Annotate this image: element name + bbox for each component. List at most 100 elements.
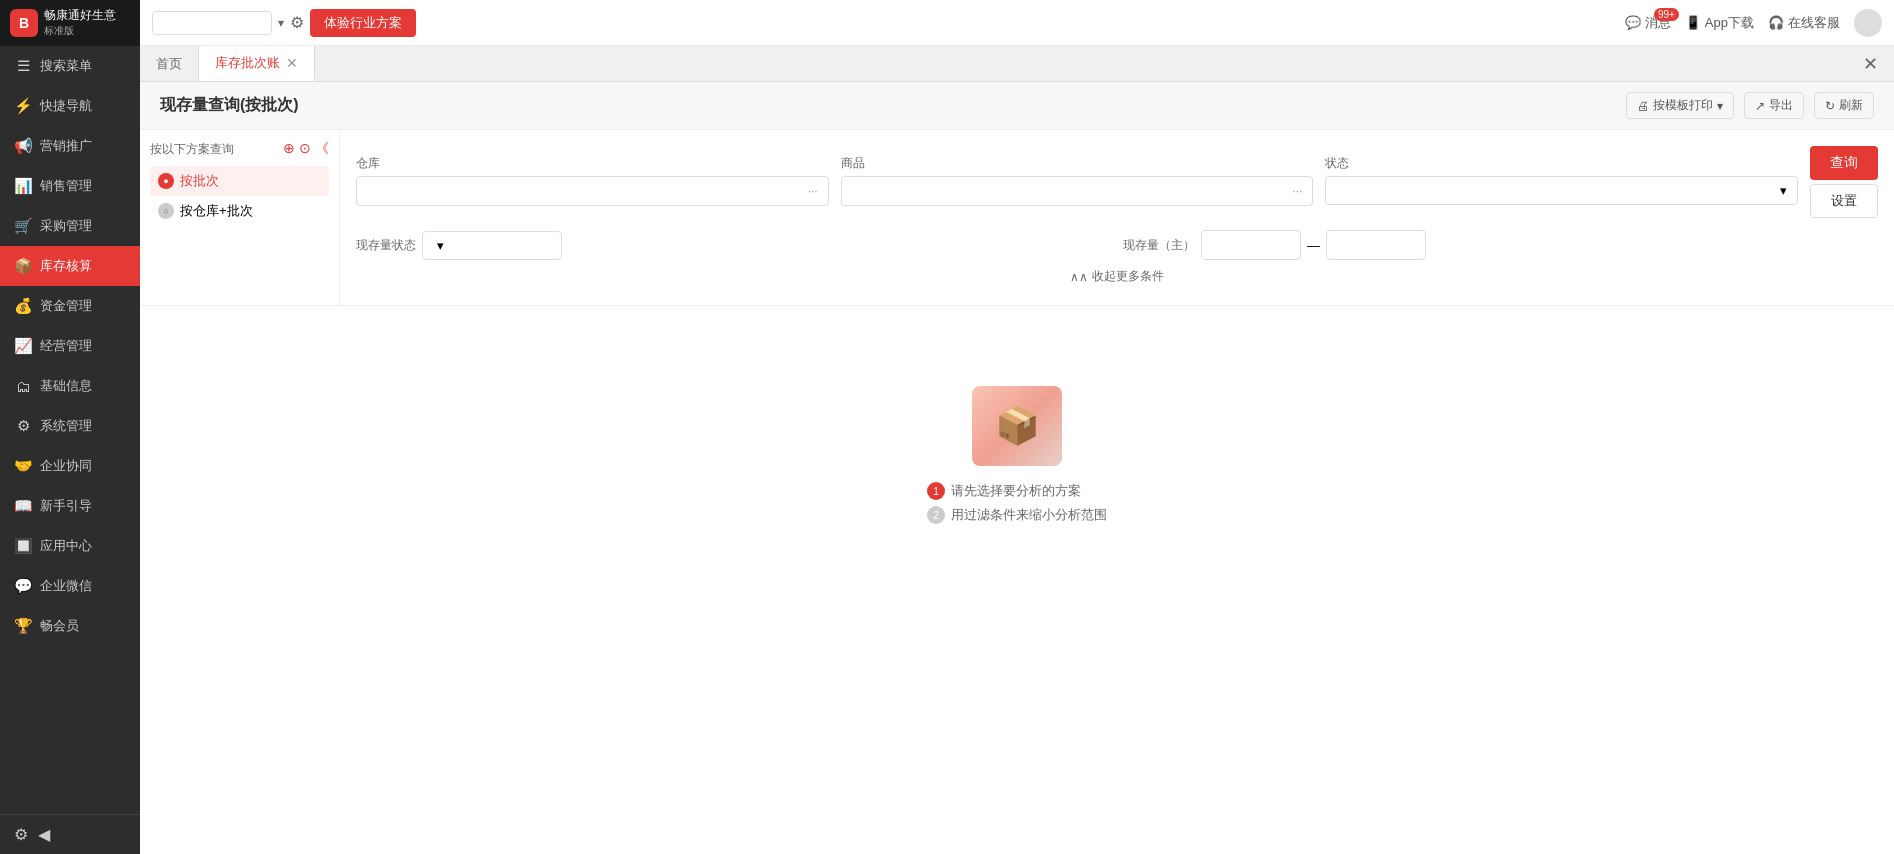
page-content: 现存量查询(按批次) 🖨 按模板打印 ▾ ↗ 导出 ↻ 刷新 bbox=[140, 82, 1894, 854]
empty-hints: 1 请先选择要分析的方案 2 用过滤条件来缩小分析范围 bbox=[927, 482, 1107, 524]
refresh-icon: ↻ bbox=[1825, 99, 1835, 113]
collapse-filter-btn[interactable]: ∧∧ 收起更多条件 bbox=[356, 260, 1878, 293]
sidebar-item-apps[interactable]: 🔲 应用中心 bbox=[0, 526, 140, 566]
status-dropdown-icon: ▾ bbox=[1780, 183, 1787, 198]
page-title: 现存量查询(按批次) bbox=[160, 95, 299, 116]
inv-status-select[interactable]: ▾ bbox=[422, 231, 562, 260]
sidebar-item-newbie[interactable]: 📖 新手引导 bbox=[0, 486, 140, 526]
filter-settings-btn[interactable]: 设置 bbox=[1810, 184, 1878, 218]
sidebar-item-inventory[interactable]: 📦 库存核算 bbox=[0, 246, 140, 286]
product-input[interactable]: ··· bbox=[841, 176, 1314, 206]
app-download-btn[interactable]: 📱 App下载 bbox=[1685, 14, 1754, 32]
inv-qty-to-input[interactable] bbox=[1326, 230, 1426, 260]
product-dots-icon: ··· bbox=[1292, 184, 1302, 198]
sidebar-item-quicknav[interactable]: ⚡ 快捷导航 bbox=[0, 86, 140, 126]
sidebar-item-management[interactable]: 📈 经营管理 bbox=[0, 326, 140, 366]
page-header: 现存量查询(按批次) 🖨 按模板打印 ▾ ↗ 导出 ↻ 刷新 bbox=[140, 82, 1894, 130]
sidebar-header: B 畅康通好生意 标准版 bbox=[0, 0, 140, 46]
collapse-label: 收起更多条件 bbox=[1092, 268, 1164, 285]
empty-box-icon: 📦 bbox=[972, 386, 1062, 466]
print-btn[interactable]: 🖨 按模板打印 ▾ bbox=[1626, 92, 1734, 119]
tab-inventory-label: 库存批次账 bbox=[215, 54, 280, 72]
settings-scheme-btn[interactable]: ⊙ bbox=[299, 140, 311, 158]
management-icon: 📈 bbox=[14, 337, 32, 355]
filter-warehouse-field: 仓库 ··· bbox=[356, 155, 829, 206]
sidebar-item-sales[interactable]: 📊 销售管理 bbox=[0, 166, 140, 206]
hint-num-1: 1 bbox=[927, 482, 945, 500]
scheme-item-warehouse-batch[interactable]: ○ 按仓库+批次 bbox=[150, 196, 329, 226]
filter-product-field: 商品 ··· bbox=[841, 155, 1314, 206]
hint-text-2: 用过滤条件来缩小分析范围 bbox=[951, 506, 1107, 524]
query-btn[interactable]: 查询 bbox=[1810, 146, 1878, 180]
topbar: ▾ ⚙ 体验行业方案 💬 消息 99+ 📱 App下载 🎧 在线客服 bbox=[140, 0, 1894, 46]
warehouse-input[interactable]: ··· bbox=[356, 176, 829, 206]
message-icon: 💬 bbox=[1625, 15, 1641, 30]
sidebar-item-label: 库存核算 bbox=[40, 257, 92, 275]
footer-settings-icon[interactable]: ⚙ bbox=[14, 825, 28, 844]
tab-inventory-batch[interactable]: 库存批次账 ✕ bbox=[199, 46, 315, 81]
sidebar: B 畅康通好生意 标准版 ☰ 搜索菜单 ⚡ 快捷导航 📢 营销推广 📊 销售管理… bbox=[0, 0, 140, 854]
topbar-search-input[interactable] bbox=[152, 11, 272, 35]
basic-info-icon: 🗂 bbox=[14, 377, 32, 395]
sidebar-item-marketing[interactable]: 📢 营销推广 bbox=[0, 126, 140, 166]
topbar-dropdown-btn[interactable]: ▾ bbox=[278, 16, 284, 30]
sidebar-item-wechat[interactable]: 💬 企业微信 bbox=[0, 566, 140, 606]
collapse-scheme-btn[interactable]: 《 bbox=[315, 140, 329, 158]
tab-home[interactable]: 首页 bbox=[140, 46, 199, 81]
scheme-icons: ⊕ ⊙ 《 bbox=[283, 140, 329, 158]
sidebar-item-member[interactable]: 🏆 畅会员 bbox=[0, 606, 140, 646]
collab-icon: 🤝 bbox=[14, 457, 32, 475]
app-name: 畅康通好生意 bbox=[44, 8, 116, 24]
filter-row-1: 仓库 ··· 商品 ··· 状态 bbox=[356, 142, 1878, 218]
scheme-item-batch[interactable]: ● 按批次 bbox=[150, 166, 329, 196]
filter-fields: 仓库 ··· 商品 ··· 状态 bbox=[340, 130, 1894, 305]
sidebar-item-label: 销售管理 bbox=[40, 177, 92, 195]
sidebar-item-label: 新手引导 bbox=[40, 497, 92, 515]
scheme-batch-label: 按批次 bbox=[180, 172, 219, 190]
apps-icon: 🔲 bbox=[14, 537, 32, 555]
online-service-label: 在线客服 bbox=[1788, 14, 1840, 32]
status-select[interactable]: ▾ bbox=[1325, 176, 1798, 205]
sidebar-item-basic-info[interactable]: 🗂 基础信息 bbox=[0, 366, 140, 406]
inv-qty-from-input[interactable] bbox=[1201, 230, 1301, 260]
tab-close-icon[interactable]: ✕ bbox=[286, 55, 298, 71]
tab-close-right-btn[interactable]: ✕ bbox=[1847, 46, 1894, 81]
sidebar-item-system[interactable]: ⚙ 系统管理 bbox=[0, 406, 140, 446]
sidebar-nav: ☰ 搜索菜单 ⚡ 快捷导航 📢 营销推广 📊 销售管理 🛒 采购管理 📦 库存核… bbox=[0, 46, 140, 814]
warehouse-label: 仓库 bbox=[356, 155, 829, 172]
hint-num-2: 2 bbox=[927, 506, 945, 524]
messages-btn[interactable]: 💬 消息 99+ bbox=[1625, 14, 1671, 32]
print-dropdown-icon: ▾ bbox=[1717, 99, 1723, 113]
sidebar-item-search[interactable]: ☰ 搜索菜单 bbox=[0, 46, 140, 86]
sidebar-item-label: 应用中心 bbox=[40, 537, 92, 555]
online-service-btn[interactable]: 🎧 在线客服 bbox=[1768, 14, 1840, 32]
scheme-label: 按以下方案查询 bbox=[150, 141, 234, 158]
hint-text-1: 请先选择要分析的方案 bbox=[951, 482, 1081, 500]
refresh-btn[interactable]: ↻ 刷新 bbox=[1814, 92, 1874, 119]
sidebar-item-purchase[interactable]: 🛒 采购管理 bbox=[0, 206, 140, 246]
page-header-actions: 🖨 按模板打印 ▾ ↗ 导出 ↻ 刷新 bbox=[1626, 92, 1874, 119]
app-edition: 标准版 bbox=[44, 24, 116, 38]
trial-btn[interactable]: 体验行业方案 bbox=[310, 9, 416, 37]
sidebar-item-label: 采购管理 bbox=[40, 217, 92, 235]
sales-icon: 📊 bbox=[14, 177, 32, 195]
filter-inv-status-field: 现存量状态 ▾ bbox=[356, 231, 1111, 260]
inv-qty-label: 现存量（主） bbox=[1123, 237, 1195, 254]
filter-panel: 按以下方案查询 ⊕ ⊙ 《 ● 按批次 ○ 按仓库+批次 bbox=[140, 130, 1894, 306]
service-icon: 🎧 bbox=[1768, 15, 1784, 30]
sidebar-item-label: 营销推广 bbox=[40, 137, 92, 155]
sidebar-item-label: 快捷导航 bbox=[40, 97, 92, 115]
marketing-icon: 📢 bbox=[14, 137, 32, 155]
add-scheme-btn[interactable]: ⊕ bbox=[283, 140, 295, 158]
user-avatar-btn[interactable] bbox=[1854, 9, 1882, 37]
topbar-gear-icon[interactable]: ⚙ bbox=[290, 13, 304, 32]
filter-scheme-panel: 按以下方案查询 ⊕ ⊙ 《 ● 按批次 ○ 按仓库+批次 bbox=[140, 130, 340, 305]
footer-collapse-icon[interactable]: ◀ bbox=[38, 825, 50, 844]
sidebar-item-finance[interactable]: 💰 资金管理 bbox=[0, 286, 140, 326]
sidebar-item-collab[interactable]: 🤝 企业协同 bbox=[0, 446, 140, 486]
purchase-icon: 🛒 bbox=[14, 217, 32, 235]
export-btn[interactable]: ↗ 导出 bbox=[1744, 92, 1804, 119]
quick-nav-icon: ⚡ bbox=[14, 97, 32, 115]
filter-status-field: 状态 ▾ bbox=[1325, 155, 1798, 205]
app-download-label: App下载 bbox=[1705, 14, 1754, 32]
